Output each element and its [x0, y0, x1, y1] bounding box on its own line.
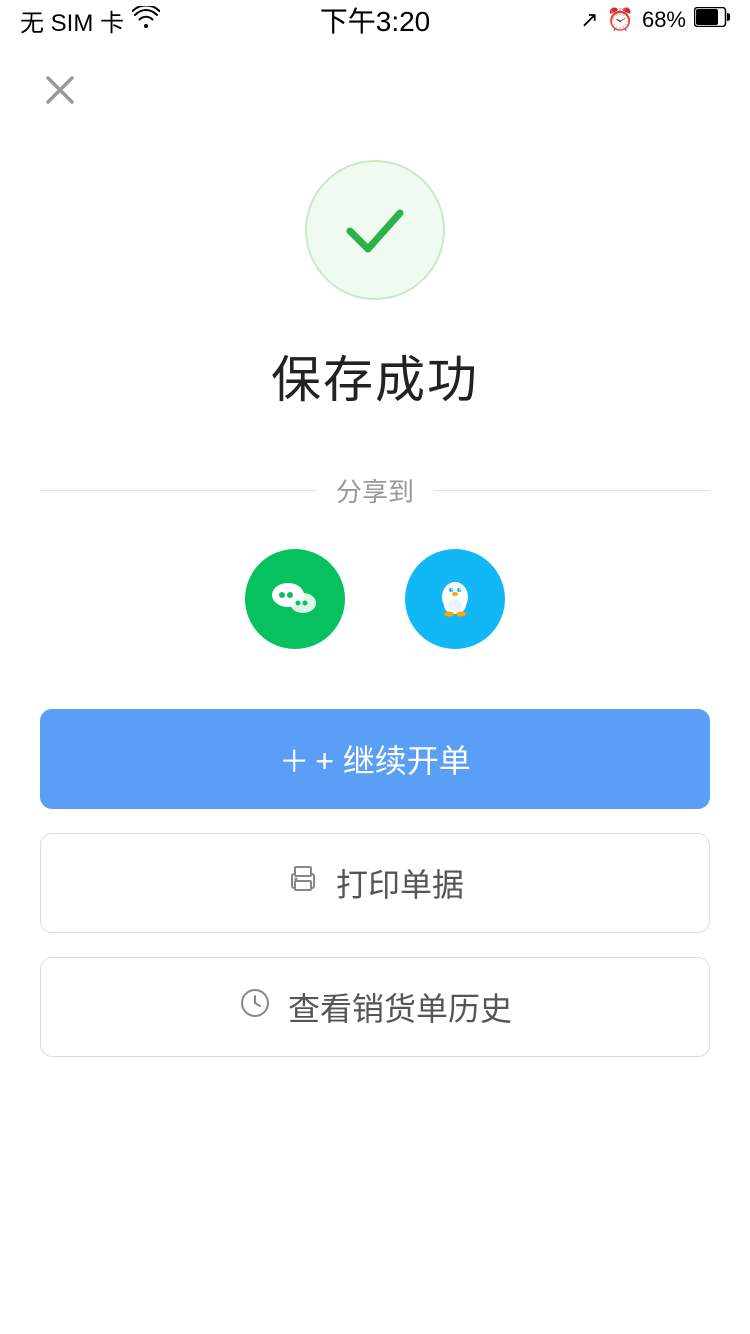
- no-sim-text: 无 SIM 卡: [20, 3, 124, 38]
- action-buttons: ＋ + 继续开单 打印单据 查看销货单历: [40, 709, 710, 1057]
- continue-button[interactable]: ＋ + 继续开单: [40, 709, 710, 809]
- alarm-icon: ⏰: [607, 7, 634, 33]
- print-label: 打印单据: [336, 860, 464, 906]
- plus-icon: ＋: [279, 737, 309, 781]
- print-button[interactable]: 打印单据: [40, 833, 710, 933]
- share-divider: 分享到: [40, 472, 710, 509]
- close-button[interactable]: [30, 60, 90, 120]
- wifi-icon: [132, 6, 160, 35]
- share-section: 分享到: [40, 472, 710, 649]
- status-bar: 无 SIM 卡 下午3:20 ↗ ⏰ 68%: [0, 0, 750, 40]
- checkmark-icon: [340, 195, 410, 265]
- success-title: 保存成功: [271, 340, 479, 412]
- battery-text: 68%: [642, 7, 686, 33]
- status-right: ↗ ⏰ 68%: [580, 7, 730, 33]
- status-time: 下午3:20: [320, 0, 431, 40]
- history-label: 查看销货单历史: [288, 984, 512, 1030]
- history-icon: [238, 986, 272, 1028]
- status-left: 无 SIM 卡: [20, 3, 160, 38]
- divider-left: [40, 490, 316, 491]
- divider-right: [434, 490, 710, 491]
- history-button[interactable]: 查看销货单历史: [40, 957, 710, 1057]
- continue-label: + 继续开单: [315, 736, 471, 782]
- share-icons: [245, 549, 505, 649]
- share-label: 分享到: [336, 472, 414, 509]
- wechat-share-button[interactable]: [245, 549, 345, 649]
- success-icon-wrapper: [305, 160, 445, 300]
- qq-share-button[interactable]: [405, 549, 505, 649]
- battery-icon: [694, 7, 730, 33]
- main-content: 保存成功 分享到: [0, 140, 750, 1334]
- location-icon: ↗: [580, 7, 598, 33]
- printer-icon: [286, 862, 320, 904]
